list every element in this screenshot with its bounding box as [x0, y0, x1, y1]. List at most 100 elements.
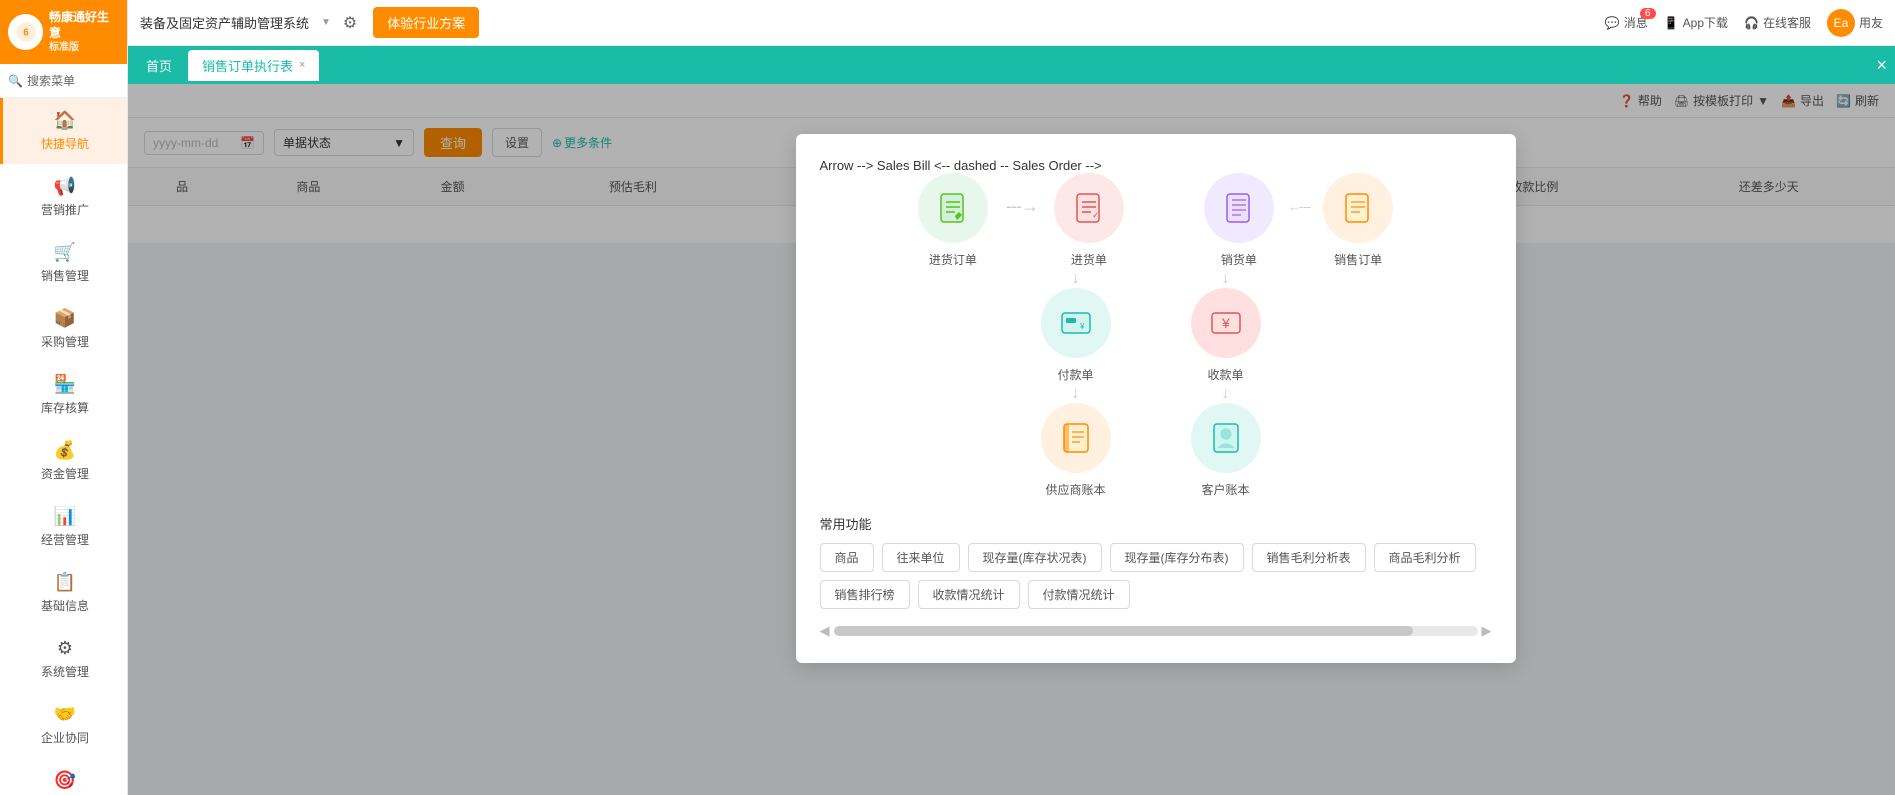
target-icon: 🎯	[54, 770, 76, 791]
flow-node-purchase-order[interactable]: 进货订单	[908, 173, 998, 268]
main-area: 装备及固定资产辅助管理系统 ▼ ⚙ 体验行业方案 💬 消息 6 📱 App下载 …	[128, 0, 1895, 795]
store-icon: 🏪	[54, 374, 76, 395]
sales-bill-circle[interactable]	[1204, 173, 1274, 243]
message-icon: 💬	[1605, 16, 1620, 30]
flow-arrows-down-2: ↓ ↓	[820, 385, 1492, 403]
sales-order-label: 销售订单	[1334, 251, 1382, 268]
gear-icon: ⚙	[57, 638, 73, 659]
purchase-bill-label: 进货单	[1071, 251, 1107, 268]
sidebar-item-label: 销售管理	[41, 267, 89, 284]
flow-node-supplier-ledger[interactable]: 供应商账本	[1031, 403, 1121, 498]
sidebar-item-label: 采购管理	[41, 333, 89, 350]
logo-icon: 6	[8, 14, 43, 50]
cart-icon: 🛒	[54, 242, 76, 263]
common-btn-partner[interactable]: 往来单位	[882, 543, 960, 572]
sidebar-item-label: 基础信息	[41, 597, 89, 614]
top-bar-right: 💬 消息 6 📱 App下载 🎧 在线客服 Ea 用友	[1605, 9, 1883, 37]
customer-ledger-label: 客户账本	[1201, 481, 1249, 498]
message-badge: 6	[1640, 8, 1656, 19]
sidebar-item-operation[interactable]: 📊 经营管理	[0, 494, 127, 560]
popup-scrollbar[interactable]	[834, 626, 1478, 636]
message-action[interactable]: 💬 消息 6	[1605, 14, 1648, 31]
common-btn-payment-stats[interactable]: 付款情况统计	[1028, 580, 1130, 609]
purchase-bill-circle[interactable]: ✓	[1054, 173, 1124, 243]
sidebar-item-purchase[interactable]: 📦 采购管理	[0, 296, 127, 362]
system-dropdown[interactable]: ▼	[321, 17, 331, 28]
content-area: ❓ 帮助 🖨 按模板打印 ▼ 📤 导出 🔄 刷新	[128, 84, 1895, 795]
dashed-arrow-sales-order: ←- - -	[1288, 199, 1309, 214]
flow-node-payment-bill[interactable]: ¥ 付款单	[1031, 288, 1121, 383]
search-menu[interactable]: 🔍 搜索菜单	[0, 64, 127, 98]
user-action[interactable]: Ea 用友	[1827, 9, 1883, 37]
customer-ledger-circle[interactable]	[1191, 403, 1261, 473]
flow-node-customer-ledger[interactable]: 客户账本	[1181, 403, 1271, 498]
top-bar: 装备及固定资产辅助管理系统 ▼ ⚙ 体验行业方案 💬 消息 6 📱 App下载 …	[128, 0, 1895, 46]
tab-bar: 首页 销售订单执行表 × ×	[128, 46, 1895, 84]
experience-button[interactable]: 体验行业方案	[373, 7, 479, 38]
common-btn-inventory-dist[interactable]: 现存量(库存分布表)	[1110, 543, 1244, 572]
sidebar-item-inventory[interactable]: 🏪 库存核算	[0, 362, 127, 428]
scroll-left-arrow[interactable]: ◀	[820, 623, 830, 639]
online-service-action[interactable]: 🎧 在线客服	[1744, 14, 1811, 31]
system-title: 装备及固定资产辅助管理系统	[140, 13, 309, 32]
tab-close-icon[interactable]: ×	[299, 59, 305, 71]
sidebar-item-label: 营销推广	[41, 201, 89, 218]
common-btn-receipt-stats[interactable]: 收款情况统计	[918, 580, 1020, 609]
popup-overlay[interactable]: Arrow --> Sales Bill <-- dashed -- Sales…	[128, 84, 1895, 795]
search-icon: 🔍	[8, 74, 23, 88]
flow-node-sales-order[interactable]: 销售订单	[1313, 173, 1403, 268]
svg-text:¥: ¥	[1079, 322, 1085, 331]
payment-bill-circle[interactable]: ¥	[1041, 288, 1111, 358]
sidebar-item-quick-nav[interactable]: 🏠 快捷导航	[0, 98, 127, 164]
svg-text:6: 6	[23, 28, 29, 39]
sidebar-item-finance[interactable]: 💰 资金管理	[0, 428, 127, 494]
package-icon: 📦	[54, 308, 76, 329]
flow-arrows-down: ↓ ↓	[820, 270, 1492, 288]
sidebar-item-guide[interactable]: 🎯 新手引导	[0, 758, 127, 795]
sidebar-item-enterprise[interactable]: 🤝 企业协同	[0, 692, 127, 758]
flow-node-sales-bill[interactable]: 销货单	[1194, 173, 1284, 268]
purchase-order-circle[interactable]	[918, 173, 988, 243]
megaphone-icon: 📢	[54, 176, 76, 197]
sidebar-item-label: 经营管理	[41, 531, 89, 548]
tab-sales-order-label: 销售订单执行表	[202, 56, 293, 75]
flow-node-receipt-bill[interactable]: ¥ 收款单	[1181, 288, 1271, 383]
common-btn-product-profit[interactable]: 商品毛利分析	[1374, 543, 1476, 572]
tab-home-label: 首页	[146, 56, 172, 75]
tab-sales-order[interactable]: 销售订单执行表 ×	[188, 50, 319, 81]
app-download-action[interactable]: 📱 App下载	[1664, 14, 1728, 31]
supplier-ledger-circle[interactable]	[1041, 403, 1111, 473]
svg-text:¥: ¥	[1221, 315, 1230, 331]
common-btn-product[interactable]: 商品	[820, 543, 874, 572]
chevron-down-icon: ▼	[321, 17, 331, 28]
common-btn-sales-profit[interactable]: 销售毛利分析表	[1252, 543, 1366, 572]
common-btn-inventory-status[interactable]: 现存量(库存状况表)	[968, 543, 1102, 572]
user-label: 用友	[1859, 14, 1883, 31]
receipt-bill-circle[interactable]: ¥	[1191, 288, 1261, 358]
app-logo[interactable]: 6 畅康通好生意 标准版	[0, 0, 127, 64]
flow-node-purchase-bill[interactable]: ✓ 进货单	[1044, 173, 1134, 268]
sidebar-item-marketing[interactable]: 📢 营销推广	[0, 164, 127, 230]
sidebar-nav: 🏠 快捷导航 📢 营销推广 🛒 销售管理 📦 采购管理 🏪 库存核算 💰	[0, 98, 127, 795]
common-functions-section: 常用功能 商品 往来单位 现存量(库存状况表) 现存量(库存分布表) 销售毛利分…	[820, 514, 1492, 609]
app-download-label: App下载	[1683, 14, 1728, 31]
sidebar-item-system[interactable]: ⚙ 系统管理	[0, 626, 127, 692]
sidebar-item-base[interactable]: 📋 基础信息	[0, 560, 127, 626]
sidebar-item-label: 快捷导航	[41, 135, 89, 152]
settings-icon[interactable]: ⚙	[343, 13, 357, 33]
close-all-button[interactable]: ×	[1876, 55, 1887, 76]
sales-order-circle[interactable]	[1323, 173, 1393, 243]
sidebar-item-sales[interactable]: 🛒 销售管理	[0, 230, 127, 296]
clipboard-icon: 📋	[54, 572, 76, 593]
purchase-order-label: 进货订单	[929, 251, 977, 268]
scroll-right-arrow[interactable]: ▶	[1482, 623, 1492, 639]
supplier-ledger-label: 供应商账本	[1045, 481, 1105, 498]
chart-icon: 📊	[54, 506, 76, 527]
sidebar-item-label: 资金管理	[41, 465, 89, 482]
headset-icon: 🎧	[1744, 16, 1759, 30]
flow-row-1: 进货订单 - - - → ✓ 进货单	[820, 173, 1492, 268]
common-btn-sales-rank[interactable]: 销售排行榜	[820, 580, 910, 609]
tab-home[interactable]: 首页	[132, 50, 186, 81]
download-icon: 📱	[1664, 16, 1679, 30]
money-icon: 💰	[54, 440, 76, 461]
